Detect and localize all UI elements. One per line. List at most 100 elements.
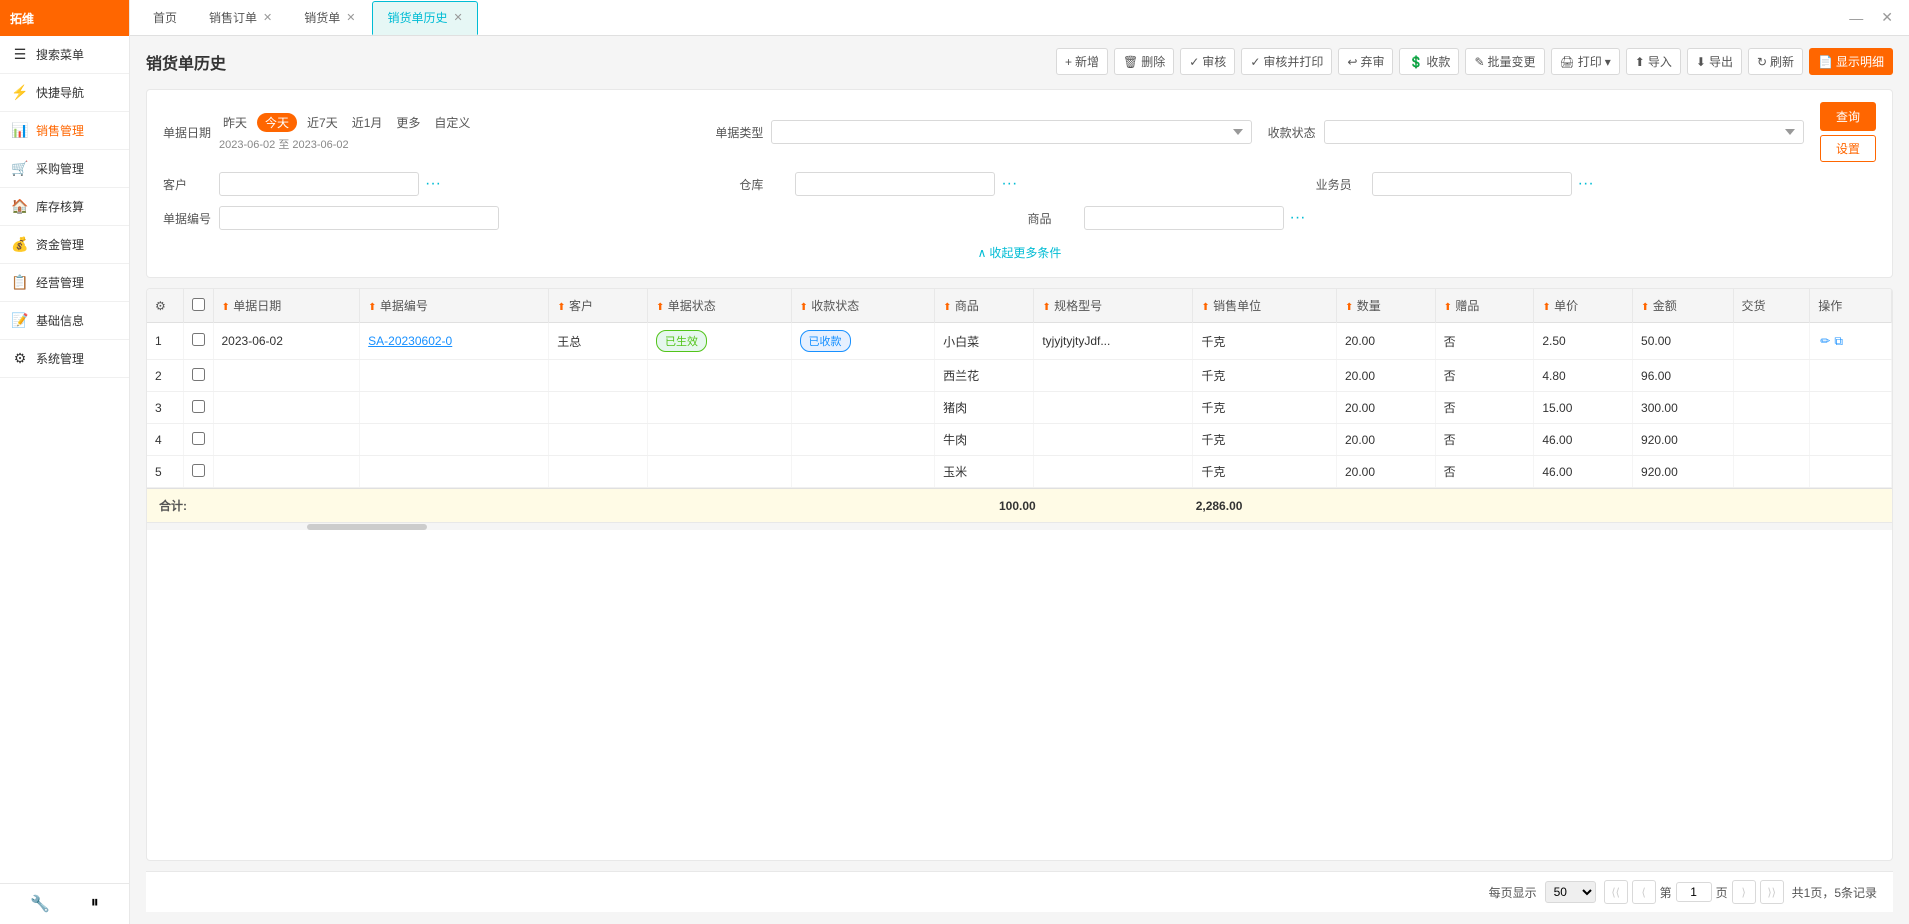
first-page-button[interactable]: ⟨⟨ (1604, 880, 1628, 904)
footer-icon-pause[interactable]: ⏸ (91, 894, 99, 914)
shortcut-month[interactable]: 近1月 (348, 113, 387, 132)
row-doc-no[interactable] (360, 392, 549, 424)
next-page-button[interactable]: ⟩ (1732, 880, 1756, 904)
row-checkbox[interactable] (183, 392, 213, 424)
shortcut-yesterday[interactable]: 昨天 (219, 113, 251, 132)
sidebar-item-finance-mgmt[interactable]: 💰 资金管理 (0, 226, 129, 264)
tab-sales-history-close[interactable]: ✕ (454, 11, 463, 24)
col-goods[interactable]: ⬆ 商品 (935, 289, 1034, 323)
scrollbar-thumb[interactable] (307, 524, 427, 530)
shortcut-custom[interactable]: 自定义 (430, 113, 474, 132)
row-doc-no[interactable] (360, 360, 549, 392)
row-checkbox[interactable] (183, 360, 213, 392)
col-sales-unit[interactable]: ⬆ 销售单位 (1193, 289, 1337, 323)
shortcut-today[interactable]: 今天 (257, 113, 297, 132)
footer-icon-settings[interactable]: 🔧 (30, 894, 50, 914)
horizontal-scrollbar[interactable] (147, 522, 1892, 530)
tab-sales-delivery-close[interactable]: ✕ (346, 11, 355, 24)
sales-person-ellipsis-btn[interactable]: ··· (1578, 176, 1594, 192)
show-detail-button[interactable]: 📄 显示明细 (1809, 48, 1893, 75)
col-settings[interactable]: ⚙ (147, 289, 183, 323)
row-checkbox[interactable] (183, 456, 213, 488)
col-quantity[interactable]: ⬆ 数量 (1336, 289, 1435, 323)
tab-home[interactable]: 首页 (138, 1, 192, 35)
select-all-checkbox[interactable] (192, 298, 205, 311)
warehouse-ellipsis-btn[interactable]: ··· (1001, 176, 1017, 192)
doc-no-link[interactable]: SA-20230602-0 (368, 334, 452, 348)
sidebar-item-sales-mgmt[interactable]: 📊 销售管理 (0, 112, 129, 150)
col-spec-type[interactable]: ⬆ 规格型号 (1034, 289, 1193, 323)
customer-ellipsis-btn[interactable]: ··· (425, 176, 441, 192)
row-select-checkbox[interactable] (192, 432, 205, 445)
window-close-button[interactable]: ✕ (1873, 5, 1901, 30)
row-action[interactable] (1810, 456, 1892, 488)
sidebar-item-system-mgmt[interactable]: ⚙ 系统管理 (0, 340, 129, 378)
col-customer[interactable]: ⬆ 客户 (549, 289, 648, 323)
collect-status-select[interactable] (1324, 120, 1804, 144)
row-action[interactable] (1810, 424, 1892, 456)
tab-sales-history[interactable]: 销货单历史 ✕ (372, 1, 477, 35)
row-action[interactable] (1810, 360, 1892, 392)
col-unit-price[interactable]: ⬆ 单价 (1534, 289, 1633, 323)
prev-page-button[interactable]: ⟨ (1632, 880, 1656, 904)
query-button[interactable]: 查询 (1820, 102, 1876, 131)
sidebar-item-basic-info[interactable]: 📝 基础信息 (0, 302, 129, 340)
row-doc-no[interactable]: SA-20230602-0 (360, 323, 549, 360)
goods-input[interactable] (1084, 206, 1284, 230)
batch-change-button[interactable]: ✎ 批量变更 (1465, 48, 1544, 75)
audit-button[interactable]: ✓ 审核 (1180, 48, 1235, 75)
col-amount[interactable]: ⬆ 金额 (1633, 289, 1733, 323)
copy-action-button[interactable]: ⧉ (1832, 334, 1845, 349)
page-input[interactable] (1676, 882, 1712, 902)
row-doc-no[interactable] (360, 424, 549, 456)
new-button[interactable]: + 新增 (1056, 48, 1108, 75)
abandon-button[interactable]: ↩ 弃审 (1338, 48, 1393, 75)
sales-person-input[interactable] (1372, 172, 1572, 196)
audit-print-button[interactable]: ✓ 审核并打印 (1241, 48, 1332, 75)
tab-sales-order[interactable]: 销售订单 ✕ (194, 1, 287, 35)
shortcut-more[interactable]: 更多 (392, 113, 424, 132)
row-select-checkbox[interactable] (192, 464, 205, 477)
delete-button[interactable]: 🗑 删除 (1114, 48, 1174, 75)
table-settings-icon[interactable]: ⚙ (155, 299, 166, 313)
shortcut-week[interactable]: 近7天 (303, 113, 342, 132)
print-button[interactable]: 🖨 打印 ▾ (1551, 48, 1620, 75)
sidebar-item-purchase-mgmt[interactable]: 🛒 采购管理 (0, 150, 129, 188)
row-checkbox[interactable] (183, 424, 213, 456)
footer-label: 合计: (159, 497, 209, 514)
doc-type-select[interactable] (771, 120, 1251, 144)
goods-ellipsis-btn[interactable]: ··· (1290, 210, 1306, 226)
warehouse-input[interactable] (795, 172, 995, 196)
last-page-button[interactable]: ⟩⟩ (1760, 880, 1784, 904)
row-select-checkbox[interactable] (192, 333, 205, 346)
window-minimize-button[interactable]: — (1841, 6, 1871, 30)
row-select-checkbox[interactable] (192, 400, 205, 413)
edit-action-button[interactable]: ✏ (1818, 334, 1832, 348)
row-doc-no[interactable] (360, 456, 549, 488)
sidebar-item-search-menu[interactable]: ☰ 搜索菜单 (0, 36, 129, 74)
row-action[interactable]: ✏⧉ (1810, 323, 1892, 360)
row-select-checkbox[interactable] (192, 368, 205, 381)
col-doc-status[interactable]: ⬆ 单据状态 (647, 289, 791, 323)
sidebar-item-operations-mgmt[interactable]: 📋 经营管理 (0, 264, 129, 302)
row-checkbox[interactable] (183, 323, 213, 360)
collapse-btn[interactable]: ∧ 收起更多条件 (163, 240, 1876, 265)
set-button[interactable]: 设置 (1820, 135, 1876, 162)
refresh-button[interactable]: ↻ 刷新 (1748, 48, 1803, 75)
collect-status-label: 收款状态 (1268, 124, 1318, 141)
col-doc-date[interactable]: ⬆ 单据日期 (213, 289, 360, 323)
col-collect-status[interactable]: ⬆ 收款状态 (791, 289, 935, 323)
sidebar-item-inventory-calc[interactable]: 🏠 库存核算 (0, 188, 129, 226)
doc-no-input[interactable] (219, 206, 499, 230)
sidebar-item-quick-nav[interactable]: ⚡ 快捷导航 (0, 74, 129, 112)
import-button[interactable]: ⬆ 导入 (1626, 48, 1681, 75)
tab-sales-delivery[interactable]: 销货单 ✕ (289, 1, 370, 35)
col-gift[interactable]: ⬆ 赠品 (1435, 289, 1534, 323)
col-doc-no[interactable]: ⬆ 单据编号 (360, 289, 549, 323)
collect-button[interactable]: 💲 收款 (1399, 48, 1459, 75)
customer-input[interactable] (219, 172, 419, 196)
tab-sales-order-close[interactable]: ✕ (263, 11, 272, 24)
export-button[interactable]: ⬇ 导出 (1687, 48, 1742, 75)
row-action[interactable] (1810, 392, 1892, 424)
page-size-select[interactable]: 20 50 100 200 (1545, 881, 1596, 903)
